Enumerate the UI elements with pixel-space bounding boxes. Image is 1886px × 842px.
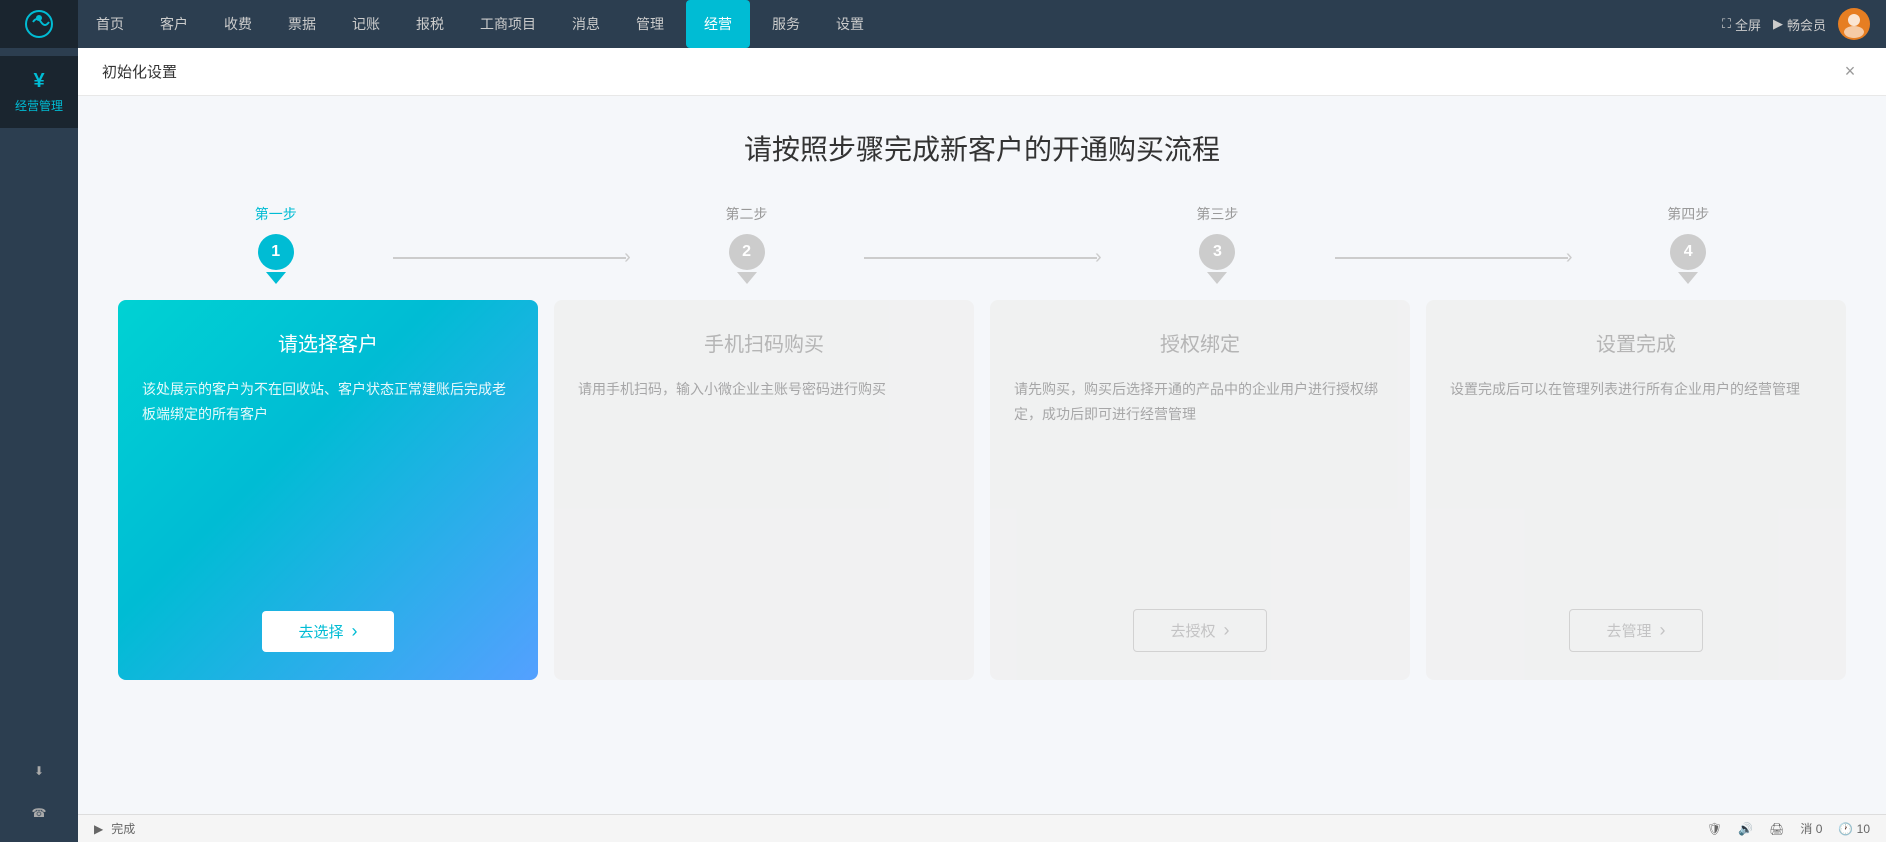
status-bar: ▶ 完成 🛡 🔊 🖨 消 0 🕐 10 bbox=[78, 814, 1886, 842]
fullscreen-icon: ⛶ bbox=[1722, 16, 1731, 32]
step-1-label: 第一步 bbox=[255, 204, 297, 224]
step-card-2: 手机扫码购买 请用手机扫码，输入小微企业主账号密码进行购买 bbox=[554, 300, 974, 680]
phone-icon: ☎ bbox=[32, 806, 47, 820]
connector-3-4: › bbox=[1335, 246, 1570, 269]
nav-right-controls: ⛶ 全屏 ▶ 畅会员 bbox=[1722, 8, 1886, 40]
step-4-pointer bbox=[1678, 272, 1698, 284]
nav-item-accounting[interactable]: 记账 bbox=[334, 0, 398, 48]
step-3-btn-label: 去授权 bbox=[1170, 620, 1215, 641]
step-card-2-desc: 请用手机扫码，输入小微企业主账号密码进行购买 bbox=[578, 377, 950, 515]
sidebar-item-operations[interactable]: ¥ 经营管理 bbox=[0, 56, 78, 128]
app-logo[interactable] bbox=[0, 0, 78, 48]
close-button[interactable]: × bbox=[1838, 60, 1862, 84]
step-2-pointer bbox=[737, 272, 757, 284]
nav-item-manage[interactable]: 管理 bbox=[618, 0, 682, 48]
nav-item-customer[interactable]: 客户 bbox=[142, 0, 206, 48]
step-card-3: 授权绑定 请先购买，购买后选择开通的产品中的企业用户进行授权绑定，成功后即可进行… bbox=[990, 300, 1410, 680]
nav-item-message[interactable]: 消息 bbox=[554, 0, 618, 48]
nav-items-list: 首页 客户 收费 票据 记账 报税 工商项目 消息 管理 经营 服务 设置 bbox=[78, 0, 1722, 48]
sidebar-download[interactable]: ⬇ bbox=[0, 750, 78, 792]
step-4-btn-label: 去管理 bbox=[1606, 620, 1651, 641]
clock-icon: 🕐 10 bbox=[1838, 822, 1870, 836]
printer-icon: 🖨 bbox=[1769, 822, 1784, 836]
nav-item-tax[interactable]: 报税 bbox=[398, 0, 462, 48]
wizard-content: 请按照步骤完成新客户的开通购买流程 第一步 1 › 第二步 2 bbox=[78, 96, 1886, 814]
step-2-label: 第二步 bbox=[726, 204, 768, 224]
step-4-label: 第四步 bbox=[1667, 204, 1709, 224]
main-layout: ¥ 经营管理 ⬇ ☎ 初始化设置 × 请按照步骤完成新客户的开通购买流程 bbox=[0, 48, 1886, 842]
step-indicator-3: 第三步 3 bbox=[1100, 204, 1335, 284]
step-card-4-desc: 设置完成后可以在管理列表进行所有企业用户的经营管理 bbox=[1450, 377, 1822, 471]
step-indicator-4: 第四步 4 bbox=[1571, 204, 1806, 284]
step-card-1: 请选择客户 该处展示的客户为不在回收站、客户状态正常建账后完成老板端绑定的所有客… bbox=[118, 300, 538, 680]
connector-2-3: › bbox=[864, 246, 1099, 269]
status-bar-left: ▶ 完成 bbox=[94, 820, 135, 837]
step-1-btn-label: 去选择 bbox=[298, 621, 343, 642]
step-3-btn-arrow: › bbox=[1224, 620, 1230, 641]
nav-item-home[interactable]: 首页 bbox=[78, 0, 142, 48]
step-card-4-title: 设置完成 bbox=[1450, 328, 1822, 357]
step-4-action-button[interactable]: 去管理 › bbox=[1569, 609, 1702, 652]
member-label: 畅会员 bbox=[1787, 15, 1826, 34]
nav-item-settings[interactable]: 设置 bbox=[818, 0, 882, 48]
step-4-btn-arrow: › bbox=[1660, 620, 1666, 641]
security-icon: 🛡 bbox=[1707, 822, 1722, 836]
status-bar-right: 🛡 🔊 🖨 消 0 🕐 10 bbox=[1707, 820, 1870, 837]
avatar[interactable] bbox=[1838, 8, 1870, 40]
top-navigation: 首页 客户 收费 票据 记账 报税 工商项目 消息 管理 经营 服务 设置 ⛶ … bbox=[0, 0, 1886, 48]
nav-item-operations[interactable]: 经营 bbox=[686, 0, 750, 48]
step-3-label: 第三步 bbox=[1196, 204, 1238, 224]
content-area: 初始化设置 × 请按照步骤完成新客户的开通购买流程 第一步 1 › bbox=[78, 48, 1886, 842]
step-2-circle: 2 bbox=[729, 234, 765, 270]
step-card-4: 设置完成 设置完成后可以在管理列表进行所有企业用户的经营管理 去管理 › bbox=[1426, 300, 1846, 680]
nav-item-fee[interactable]: 收费 bbox=[206, 0, 270, 48]
connector-1-2: › bbox=[393, 246, 628, 269]
step-card-3-desc: 请先购买，购买后选择开通的产品中的企业用户进行授权绑定，成功后即可进行经营管理 bbox=[1014, 377, 1386, 471]
step-1-action-button[interactable]: 去选择 › bbox=[262, 611, 393, 652]
volume-icon: 🔊 bbox=[1738, 822, 1753, 836]
step-indicator-1: 第一步 1 bbox=[158, 204, 393, 284]
page-title: 初始化设置 bbox=[102, 61, 177, 82]
step-3-circle: 3 bbox=[1199, 234, 1235, 270]
yen-icon: ¥ bbox=[33, 70, 44, 93]
member-button[interactable]: ▶ 畅会员 bbox=[1773, 15, 1826, 34]
status-text: 完成 bbox=[111, 820, 135, 837]
play-icon: ▶ bbox=[1773, 16, 1783, 32]
sidebar: ¥ 经营管理 ⬇ ☎ bbox=[0, 48, 78, 842]
wizard-main-title: 请按照步骤完成新客户的开通购买流程 bbox=[118, 128, 1846, 168]
fullscreen-label: 全屏 bbox=[1735, 15, 1761, 34]
page-header: 初始化设置 × bbox=[78, 48, 1886, 96]
step-card-1-title: 请选择客户 bbox=[142, 328, 514, 357]
steps-indicator: 第一步 1 › 第二步 2 › bbox=[118, 204, 1846, 284]
step-indicator-2: 第二步 2 bbox=[629, 204, 864, 284]
nav-item-service[interactable]: 服务 bbox=[754, 0, 818, 48]
nav-item-industry[interactable]: 工商项目 bbox=[462, 0, 554, 48]
step-card-3-title: 授权绑定 bbox=[1014, 328, 1386, 357]
step-1-pointer bbox=[266, 272, 286, 284]
notification-count: 消 0 bbox=[1800, 820, 1822, 837]
step-1-circle: 1 bbox=[258, 234, 294, 270]
step-4-circle: 4 bbox=[1670, 234, 1706, 270]
step-card-1-desc: 该处展示的客户为不在回收站、客户状态正常建账后完成老板端绑定的所有客户 bbox=[142, 377, 514, 472]
step-1-btn-arrow: › bbox=[352, 621, 358, 642]
nav-item-bill[interactable]: 票据 bbox=[270, 0, 334, 48]
sidebar-bottom: ⬇ ☎ bbox=[0, 750, 78, 842]
play-icon: ▶ bbox=[94, 822, 103, 836]
wizard-cards: 请选择客户 该处展示的客户为不在回收站、客户状态正常建账后完成老板端绑定的所有客… bbox=[118, 300, 1846, 680]
step-3-pointer bbox=[1207, 272, 1227, 284]
fullscreen-button[interactable]: ⛶ 全屏 bbox=[1722, 15, 1761, 34]
step-3-action-button[interactable]: 去授权 › bbox=[1133, 609, 1266, 652]
sidebar-item-label: 经营管理 bbox=[15, 97, 63, 114]
sidebar-support[interactable]: ☎ bbox=[0, 792, 78, 834]
step-card-2-title: 手机扫码购买 bbox=[578, 328, 950, 357]
download-icon: ⬇ bbox=[34, 764, 44, 778]
